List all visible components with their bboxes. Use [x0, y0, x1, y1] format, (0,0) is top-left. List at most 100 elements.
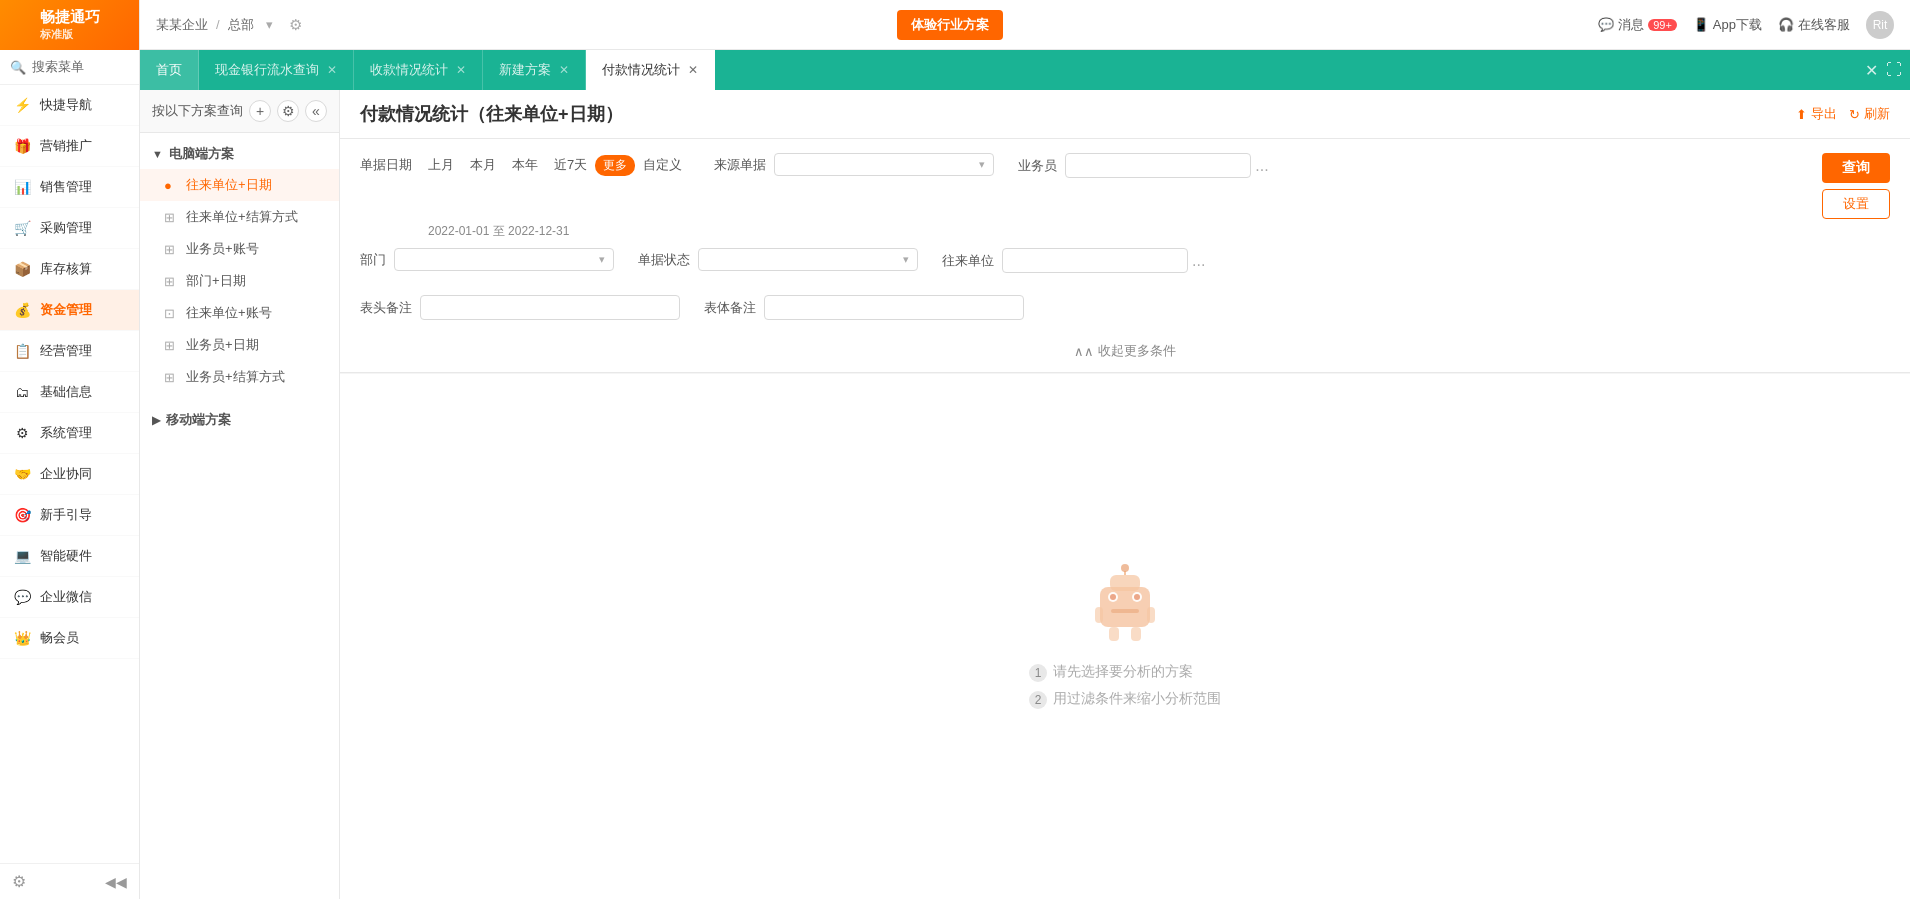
sidebar-item-coop[interactable]: 🤝 企业协同 [0, 454, 139, 495]
maximize-icon[interactable]: ⛶ [1886, 61, 1902, 79]
sidebar-collapse-btn[interactable]: ◀◀ [105, 874, 127, 890]
query-btn[interactable]: 查询 [1822, 153, 1890, 183]
svg-rect-11 [1109, 627, 1119, 641]
filter-settings-btn[interactable]: 设置 [1822, 189, 1890, 219]
date-filter-label: 单据日期 [360, 156, 412, 174]
scheme-item-label: 往来单位+结算方式 [186, 208, 298, 226]
date-range-text: 2022-01-01 至 2022-12-31 [428, 224, 569, 238]
tab-cash-flow-label: 现金银行流水查询 [215, 61, 319, 79]
date-last-month-btn[interactable]: 上月 [420, 153, 462, 177]
sidebar-settings-btn[interactable]: ⚙ [12, 872, 26, 891]
date-custom-btn[interactable]: 自定义 [635, 153, 690, 177]
sidebar-item-basic[interactable]: 🗂 基础信息 [0, 372, 139, 413]
sidebar-item-label: 销售管理 [40, 178, 92, 196]
tab-payment-stats[interactable]: 付款情况统计 ✕ [586, 50, 715, 90]
staff-more-icon[interactable]: ... [1255, 157, 1268, 175]
mobile-group-title[interactable]: ▶ 移动端方案 [140, 405, 339, 435]
tab-receipt-stats[interactable]: 收款情况统计 ✕ [354, 50, 483, 90]
page-title: 付款情况统计（往来单位+日期） [360, 102, 623, 126]
online-service-btn[interactable]: 🎧 在线客服 [1778, 16, 1850, 34]
tab-close-icon[interactable]: ✕ [327, 63, 337, 77]
sidebar: 畅捷通巧 标准版 🔍 搜索菜单 ⚡ 快捷导航 🎁 营销推广 📊 销售管理 🛒 采… [0, 0, 140, 899]
scheme-panel-header: 按以下方案查询 + ⚙ « [140, 90, 339, 133]
tab-new-scheme-label: 新建方案 [499, 61, 551, 79]
doc-status-select[interactable]: ▾ [698, 248, 918, 271]
scheme-item-dept-date[interactable]: ⊞ 部门+日期 [140, 265, 339, 297]
body-note-input[interactable] [764, 295, 1024, 320]
app-download-btn[interactable]: 📱 App下载 [1693, 16, 1762, 34]
dept-select[interactable]: ▾ [394, 248, 614, 271]
partner-more-icon[interactable]: ... [1192, 252, 1205, 270]
finance-icon: 💰 [12, 300, 32, 320]
sidebar-item-system[interactable]: ⚙ 系统管理 [0, 413, 139, 454]
scheme-item-staff-settlement[interactable]: ⊞ 业务员+结算方式 [140, 361, 339, 393]
scheme-item-staff-account[interactable]: ⊞ 业务员+账号 [140, 233, 339, 265]
refresh-btn[interactable]: ↻ 刷新 [1849, 105, 1890, 123]
search-menu-item[interactable]: 🔍 搜索菜单 [0, 50, 139, 85]
sidebar-item-guide[interactable]: 🎯 新手引导 [0, 495, 139, 536]
sidebar-item-label: 采购管理 [40, 219, 92, 237]
sidebar-item-purchase[interactable]: 🛒 采购管理 [0, 208, 139, 249]
scheme-panel: 按以下方案查询 + ⚙ « ▼ 电脑端方案 ● 往来单位+日期 ⊞ [140, 90, 340, 899]
messages-btn[interactable]: 💬 消息 99+ [1598, 16, 1677, 34]
user-avatar[interactable]: Rit [1866, 11, 1894, 39]
scheme-item-partner-date[interactable]: ● 往来单位+日期 [140, 169, 339, 201]
collapse-arrow-icon: ∧∧ [1074, 344, 1094, 359]
staff-filter-item: 业务员 ... [1018, 153, 1268, 178]
scheme-item-staff-date[interactable]: ⊞ 业务员+日期 [140, 329, 339, 361]
branch-name: 总部 [228, 16, 254, 34]
sidebar-item-shortcut[interactable]: ⚡ 快捷导航 [0, 85, 139, 126]
tab-cash-flow[interactable]: 现金银行流水查询 ✕ [199, 50, 354, 90]
export-icon: ⬆ [1796, 107, 1807, 122]
scheme-table-icon: ⊞ [164, 274, 180, 289]
sidebar-item-hardware[interactable]: 💻 智能硬件 [0, 536, 139, 577]
date-more-btn[interactable]: 更多 [595, 155, 635, 176]
body-note-filter-item: 表体备注 [704, 295, 1024, 320]
scheme-item-partner-account[interactable]: ⊡ 往来单位+账号 [140, 297, 339, 329]
group-expand-icon: ▼ [152, 148, 163, 160]
doc-status-label: 单据状态 [638, 251, 690, 269]
partner-input[interactable] [1002, 248, 1188, 273]
sidebar-item-marketing[interactable]: 🎁 营销推广 [0, 126, 139, 167]
collapse-filter-btn[interactable]: ∧∧ 收起更多条件 [360, 342, 1890, 360]
tab-close-icon[interactable]: ✕ [456, 63, 466, 77]
tab-new-scheme[interactable]: 新建方案 ✕ [483, 50, 586, 90]
scheme-settings-btn[interactable]: ⚙ [277, 100, 299, 122]
group-label: 移动端方案 [166, 411, 231, 429]
staff-input[interactable] [1065, 153, 1251, 178]
empty-illustration [1075, 557, 1175, 647]
sidebar-item-member[interactable]: 👑 畅会员 [0, 618, 139, 659]
scheme-item-partner-settlement[interactable]: ⊞ 往来单位+结算方式 [140, 201, 339, 233]
sidebar-item-inventory[interactable]: 📦 库存核算 [0, 249, 139, 290]
tab-close-icon[interactable]: ✕ [688, 63, 698, 77]
sidebar-item-label: 库存核算 [40, 260, 92, 278]
date-this-month-btn[interactable]: 本月 [462, 153, 504, 177]
collapse-panel-btn[interactable]: « [305, 100, 327, 122]
partner-label: 往来单位 [942, 252, 994, 270]
group-expand-icon: ▶ [152, 414, 160, 427]
sidebar-item-operations[interactable]: 📋 经营管理 [0, 331, 139, 372]
sidebar-item-weixin[interactable]: 💬 企业微信 [0, 577, 139, 618]
sidebar-item-sales[interactable]: 📊 销售管理 [0, 167, 139, 208]
header-note-input[interactable] [420, 295, 680, 320]
date-this-year-btn[interactable]: 本年 [504, 153, 546, 177]
tab-close-icon[interactable]: ✕ [559, 63, 569, 77]
pc-group-title[interactable]: ▼ 电脑端方案 [140, 139, 339, 169]
trial-btn[interactable]: 体验行业方案 [897, 10, 1003, 40]
app-download-label: App下载 [1713, 16, 1762, 34]
app-logo: 畅捷通巧 标准版 [0, 0, 139, 50]
tab-home[interactable]: 首页 [140, 50, 199, 90]
source-doc-label: 来源单据 [714, 156, 766, 174]
sidebar-item-finance[interactable]: 💰 资金管理 [0, 290, 139, 331]
sidebar-item-label: 系统管理 [40, 424, 92, 442]
add-scheme-btn[interactable]: + [249, 100, 271, 122]
settings-icon[interactable]: ⚙ [289, 16, 302, 34]
group-label: 电脑端方案 [169, 145, 234, 163]
export-btn[interactable]: ⬆ 导出 [1796, 105, 1837, 123]
date-7days-btn[interactable]: 近7天 [546, 153, 595, 177]
source-doc-select[interactable]: ▾ [774, 153, 994, 176]
topbar: 某某企业 / 总部 ▾ ⚙ 体验行业方案 💬 消息 99+ 📱 App下载 🎧 … [140, 0, 1910, 50]
topbar-center: 体验行业方案 [897, 10, 1003, 40]
dropdown-icon[interactable]: ▾ [266, 17, 273, 32]
close-all-icon[interactable]: ✕ [1865, 61, 1878, 80]
